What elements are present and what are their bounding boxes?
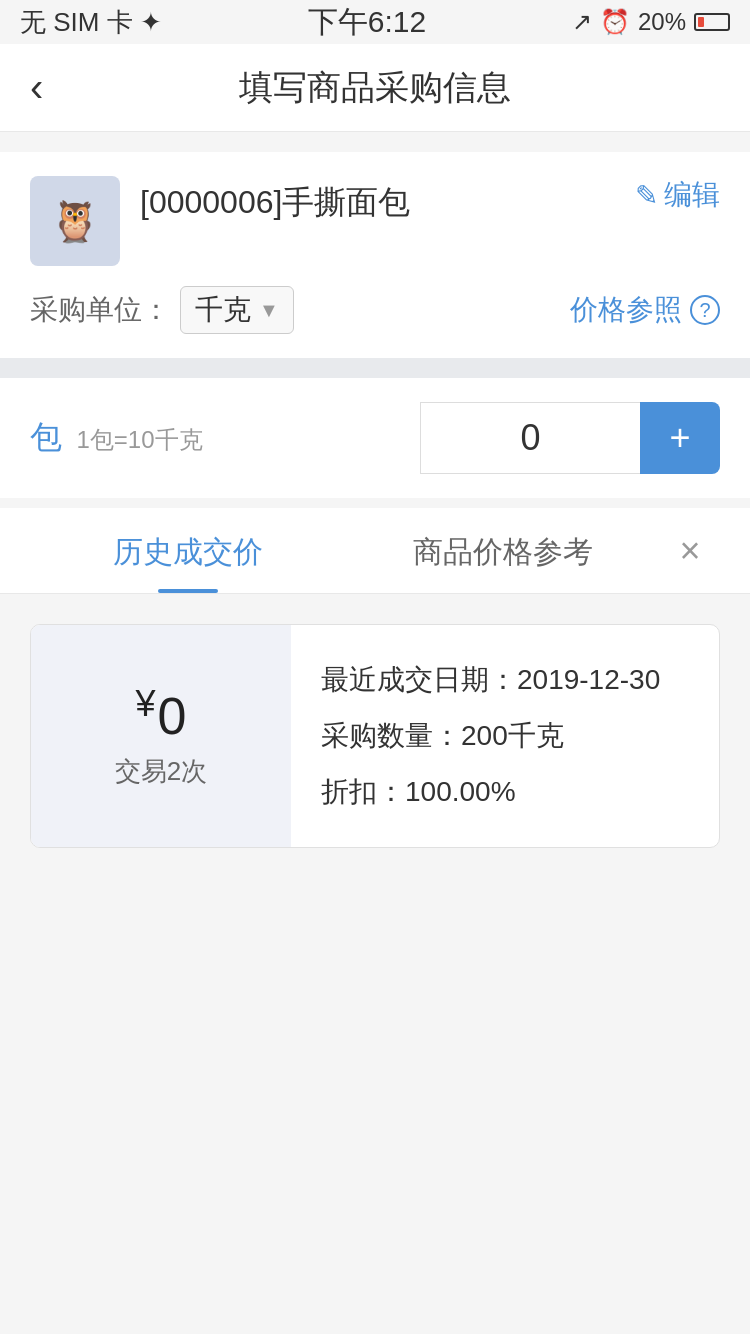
unit-select-group: 采购单位： 千克 ▼ (30, 286, 294, 334)
battery-percent: 20% (638, 8, 686, 36)
product-info: 🦉 [0000006]手撕面包 (30, 176, 635, 266)
product-name-row: [0000006]手撕面包 (140, 176, 635, 225)
discount-row: 折扣：100.00% (321, 773, 689, 811)
status-left: 无 SIM 卡 ✦ (20, 5, 162, 40)
history-content: ¥0 交易2次 最近成交日期：2019-12-30 采购数量：200千克 折扣：… (0, 594, 750, 878)
purchase-qty-value: 200千克 (461, 720, 564, 751)
recent-date-value: 2019-12-30 (517, 664, 660, 695)
tab-product-price-ref[interactable]: 商品价格参考 (345, 508, 660, 593)
tab-history-price[interactable]: 历史成交价 (30, 508, 345, 593)
qty-plus-button[interactable]: + (640, 402, 720, 474)
unit-dropdown[interactable]: 千克 ▼ (180, 286, 294, 334)
product-name: [0000006]手撕面包 (140, 184, 410, 220)
page-title: 填写商品采购信息 (239, 65, 511, 111)
tabs-bar: 历史成交价 商品价格参考 × (0, 508, 750, 594)
currency-symbol: ¥ (136, 683, 156, 724)
product-top-row: 🦉 [0000006]手撕面包 ✎ 编辑 (30, 176, 720, 266)
history-price-panel: ¥0 交易2次 (31, 625, 291, 847)
history-card: ¥0 交易2次 最近成交日期：2019-12-30 采购数量：200千克 折扣：… (30, 624, 720, 848)
quantity-row: 包 1包=10千克 0 + (0, 378, 750, 498)
purchase-qty-row: 采购数量：200千克 (321, 717, 689, 755)
recent-date-row: 最近成交日期：2019-12-30 (321, 661, 689, 699)
edit-button[interactable]: ✎ 编辑 (635, 176, 720, 214)
product-thumbnail: 🦉 (30, 176, 120, 266)
purchase-qty-label: 采购数量： (321, 720, 461, 751)
help-icon: ? (690, 295, 720, 325)
location-icon: ↗ (572, 8, 592, 36)
discount-label: 折扣： (321, 776, 405, 807)
nav-bar: ‹ 填写商品采购信息 (0, 44, 750, 132)
discount-value: 100.00% (405, 776, 516, 807)
status-bar: 无 SIM 卡 ✦ 下午6:12 ↗ ⏰ 20% (0, 0, 750, 44)
qty-unit-sub: 1包=10千克 (76, 426, 202, 453)
history-price-value: ¥0 (136, 683, 187, 746)
history-trades: 交易2次 (115, 754, 207, 789)
gray-divider (0, 358, 750, 378)
back-button[interactable]: ‹ (30, 65, 43, 110)
tab-history-label: 历史成交价 (113, 532, 263, 593)
price-ref-label: 价格参照 (570, 291, 682, 329)
edit-icon: ✎ (635, 179, 658, 212)
battery-icon (694, 13, 730, 31)
unit-row: 采购单位： 千克 ▼ 价格参照 ? (30, 286, 720, 334)
plus-icon: + (669, 417, 690, 459)
price-number: 0 (158, 687, 187, 745)
tab-active-underline (158, 589, 218, 593)
tab-price-ref-label: 商品价格参考 (413, 532, 593, 593)
qty-input-wrap: 0 + (223, 402, 720, 474)
sim-status: 无 SIM 卡 ✦ (20, 5, 162, 40)
qty-unit-group: 包 1包=10千克 (30, 416, 203, 460)
status-time: 下午6:12 (308, 2, 426, 43)
close-icon: × (679, 530, 700, 572)
history-detail-panel: 最近成交日期：2019-12-30 采购数量：200千克 折扣：100.00% (291, 625, 719, 847)
edit-label: 编辑 (664, 176, 720, 214)
unit-value: 千克 (195, 291, 251, 329)
qty-input[interactable]: 0 (420, 402, 640, 474)
dropdown-arrow-icon: ▼ (259, 299, 279, 322)
qty-value: 0 (520, 417, 540, 459)
recent-date-label: 最近成交日期： (321, 664, 517, 695)
price-ref-button[interactable]: 价格参照 ? (570, 291, 720, 329)
qty-unit-label: 包 (30, 419, 62, 455)
tab-inactive-underline (473, 589, 533, 593)
status-right: ↗ ⏰ 20% (572, 8, 730, 36)
product-card: 🦉 [0000006]手撕面包 ✎ 编辑 采购单位： 千克 ▼ 价格参照 ? (0, 152, 750, 358)
product-logo-icon: 🦉 (50, 198, 100, 245)
unit-label: 采购单位： (30, 291, 170, 329)
alarm-icon: ⏰ (600, 8, 630, 36)
close-button[interactable]: × (660, 521, 720, 581)
